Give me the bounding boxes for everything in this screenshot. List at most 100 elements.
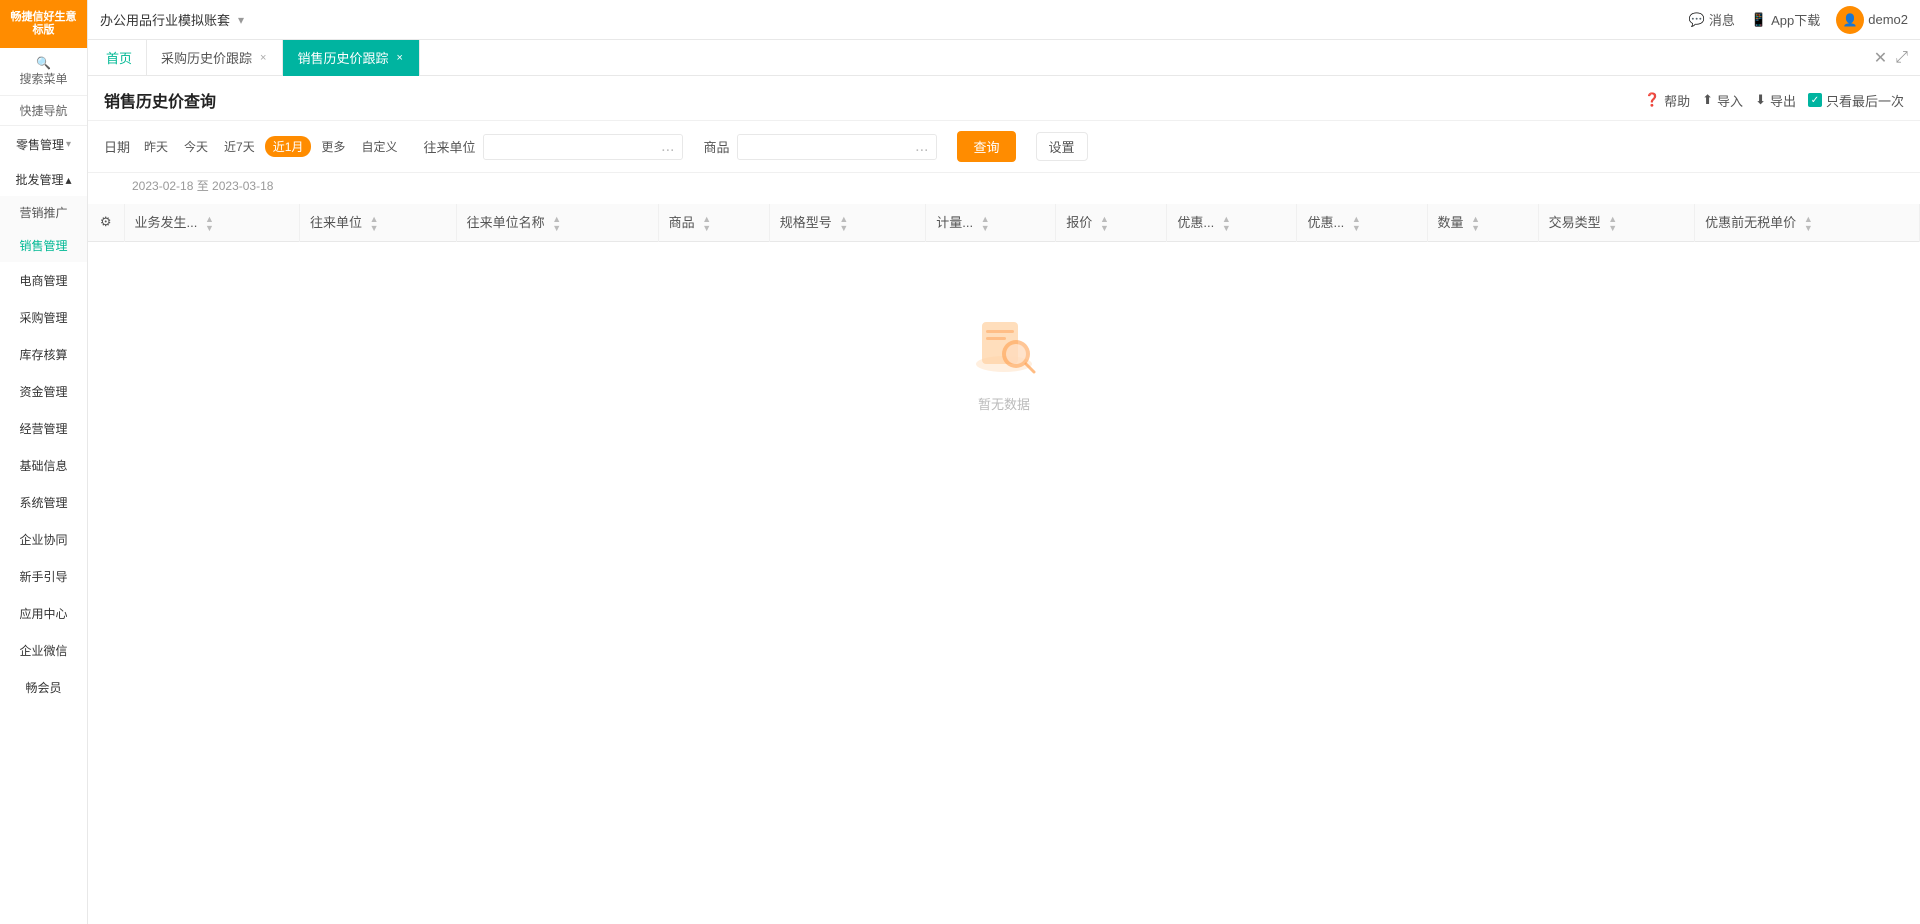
goods-input[interactable] [746,139,915,154]
settings-icon[interactable]: ⚙ [100,214,112,229]
sidebar-item-enterprise[interactable]: 企业协同 [0,521,87,558]
empty-illustration [964,302,1044,382]
sort-arrows-partner-name: ▲▼ [552,215,561,233]
sidebar-item-retail[interactable]: 零售管理 ▾ [0,126,87,163]
sort-arrows-quantity: ▲▼ [1471,215,1480,233]
goods-filter-group: 商品 ... [703,134,937,160]
chevron-down-icon: ▾ [66,139,71,150]
company-dropdown-icon[interactable]: ▾ [238,13,244,27]
empty-text: 暂无数据 [978,394,1030,413]
date-filter-group: 日期 昨天 今天 近7天 近1月 更多 自定义 [104,136,403,157]
sidebar-item-operation[interactable]: 经营管理 [0,410,87,447]
goods-input-wrap[interactable]: ... [737,134,937,160]
sidebar-item-ecommerce[interactable]: 电商管理 [0,262,87,299]
th-discount2[interactable]: 优惠... ▲▼ [1297,204,1427,241]
help-icon: ❓ [1644,92,1660,108]
sidebar-item-wechat[interactable]: 企业微信 [0,632,87,669]
tabs-right-actions: ✕ ⤢ [1874,48,1916,68]
topbar: 办公用品行业模拟账套 ▾ 💬 消息 📱 App下载 👤 demo2 [88,0,1920,40]
th-pre-tax-price[interactable]: 优惠前无税单价 ▲▼ [1695,204,1920,241]
tab-purchase-history[interactable]: 采购历史价跟踪 × [147,40,283,76]
sidebar-item-basic[interactable]: 基础信息 [0,447,87,484]
close-window-icon[interactable]: ✕ [1874,48,1887,68]
date-btn-last1m[interactable]: 近1月 [265,136,312,157]
goods-label: 商品 [703,137,729,156]
tab-bar: 首页 采购历史价跟踪 × 销售历史价跟踪 × ✕ ⤢ [88,40,1920,76]
date-btn-more[interactable]: 更多 [315,136,351,157]
sidebar-item-purchase[interactable]: 采购管理 [0,299,87,336]
query-button[interactable]: 查询 [957,131,1015,162]
th-quote[interactable]: 报价 ▲▼ [1056,204,1167,241]
goods-dots[interactable]: ... [915,138,928,156]
export-button[interactable]: ⬇ 导出 [1755,91,1796,110]
date-btn-today[interactable]: 今天 [178,136,214,157]
search-menu[interactable]: 🔍 搜索菜单 [0,48,87,96]
tab-home[interactable]: 首页 [92,40,147,76]
quick-nav[interactable]: 快捷导航 [0,96,87,126]
date-btn-yesterday[interactable]: 昨天 [138,136,174,157]
sidebar-item-system[interactable]: 系统管理 [0,484,87,521]
th-trade-type[interactable]: 交易类型 ▲▼ [1538,204,1695,241]
partner-input[interactable] [492,139,661,154]
main-area: 办公用品行业模拟账套 ▾ 💬 消息 📱 App下载 👤 demo2 首页 [88,0,1920,924]
filter-row-2: 2023-02-18 至 2023-03-18 [88,173,1920,204]
sort-arrows-goods: ▲▼ [702,215,711,233]
sidebar-item-member[interactable]: 畅会员 [0,669,87,706]
th-goods[interactable]: 商品 ▲▼ [658,204,769,241]
partner-dots[interactable]: ... [661,138,674,156]
filter-row-1: 日期 昨天 今天 近7天 近1月 更多 自定义 往来单位 ... 商品 [88,121,1920,173]
sidebar-item-finance[interactable]: 资金管理 [0,373,87,410]
tab-sales-history[interactable]: 销售历史价跟踪 × [283,40,419,76]
import-button[interactable]: ⬆ 导入 [1702,91,1743,110]
th-unit[interactable]: 计量... ▲▼ [926,204,1056,241]
chevron-up-icon: ▴ [65,173,71,187]
app-download-button[interactable]: 📱 App下载 [1751,10,1820,29]
checkbox-icon: ✓ [1808,93,1822,107]
empty-state: 暂无数据 [88,242,1920,473]
sort-arrows-quote: ▲▼ [1100,215,1109,233]
th-partner-name[interactable]: 往来单位名称 ▲▼ [456,204,658,241]
page-actions: ❓ 帮助 ⬆ 导入 ⬇ 导出 ✓ 只看最后一次 [1644,91,1904,110]
avatar-icon: 👤 [1843,13,1858,27]
user-avatar-button[interactable]: 👤 demo2 [1836,6,1908,34]
settings-button[interactable]: 设置 [1036,132,1088,161]
import-icon: ⬆ [1702,92,1713,108]
sidebar-item-wholesale[interactable]: 批发管理 ▴ [0,163,87,196]
page-title: 销售历史价查询 [104,88,216,112]
th-settings[interactable]: ⚙ [88,204,124,241]
sidebar-item-guide[interactable]: 新手引导 [0,558,87,595]
partner-input-wrap[interactable]: ... [483,134,683,160]
maximize-icon[interactable]: ⤢ [1895,49,1908,67]
date-btn-custom[interactable]: 自定义 [355,136,403,157]
sidebar-item-app-center[interactable]: 应用中心 [0,595,87,632]
partner-filter-group: 往来单位 ... [423,134,683,160]
sidebar-item-sales[interactable]: 销售管理 [0,229,87,262]
help-button[interactable]: ❓ 帮助 [1644,91,1690,110]
date-btn-last7[interactable]: 近7天 [218,136,261,157]
close-purchase-tab-icon[interactable]: × [258,50,268,66]
table-wrap: ⚙ 业务发生... ▲▼ 往来单位 ▲▼ 往来单位名称 ▲▼ [88,204,1920,924]
table-header-row: ⚙ 业务发生... ▲▼ 往来单位 ▲▼ 往来单位名称 ▲▼ [88,204,1920,241]
avatar: 👤 [1836,6,1864,34]
th-biz-date[interactable]: 业务发生... ▲▼ [124,204,300,241]
th-spec[interactable]: 规格型号 ▲▼ [769,204,926,241]
only-last-checkbox[interactable]: ✓ 只看最后一次 [1808,91,1904,110]
sidebar-item-marketing[interactable]: 营销推广 [0,196,87,229]
th-discount1[interactable]: 优惠... ▲▼ [1167,204,1297,241]
th-quantity[interactable]: 数量 ▲▼ [1427,204,1538,241]
page-content: 销售历史价查询 ❓ 帮助 ⬆ 导入 ⬇ 导出 ✓ 只看最后一次 [88,76,1920,924]
sort-arrows-spec: ▲▼ [839,215,848,233]
close-sales-tab-icon[interactable]: × [394,50,404,66]
sidebar-item-inventory[interactable]: 库存核算 [0,336,87,373]
date-label: 日期 [104,137,130,156]
search-icon: 🔍 [36,56,51,70]
page-header: 销售历史价查询 ❓ 帮助 ⬆ 导入 ⬇ 导出 ✓ 只看最后一次 [88,76,1920,121]
th-partner[interactable]: 往来单位 ▲▼ [300,204,457,241]
sort-arrows-pre-tax-price: ▲▼ [1804,215,1813,233]
message-button[interactable]: 💬 消息 [1689,10,1735,29]
sort-arrows-partner: ▲▼ [370,215,379,233]
date-shortcuts: 昨天 今天 近7天 近1月 更多 自定义 [138,136,403,157]
download-icon: 📱 [1751,12,1767,28]
export-icon: ⬇ [1755,92,1766,108]
sort-arrows-biz-date: ▲▼ [205,215,214,233]
